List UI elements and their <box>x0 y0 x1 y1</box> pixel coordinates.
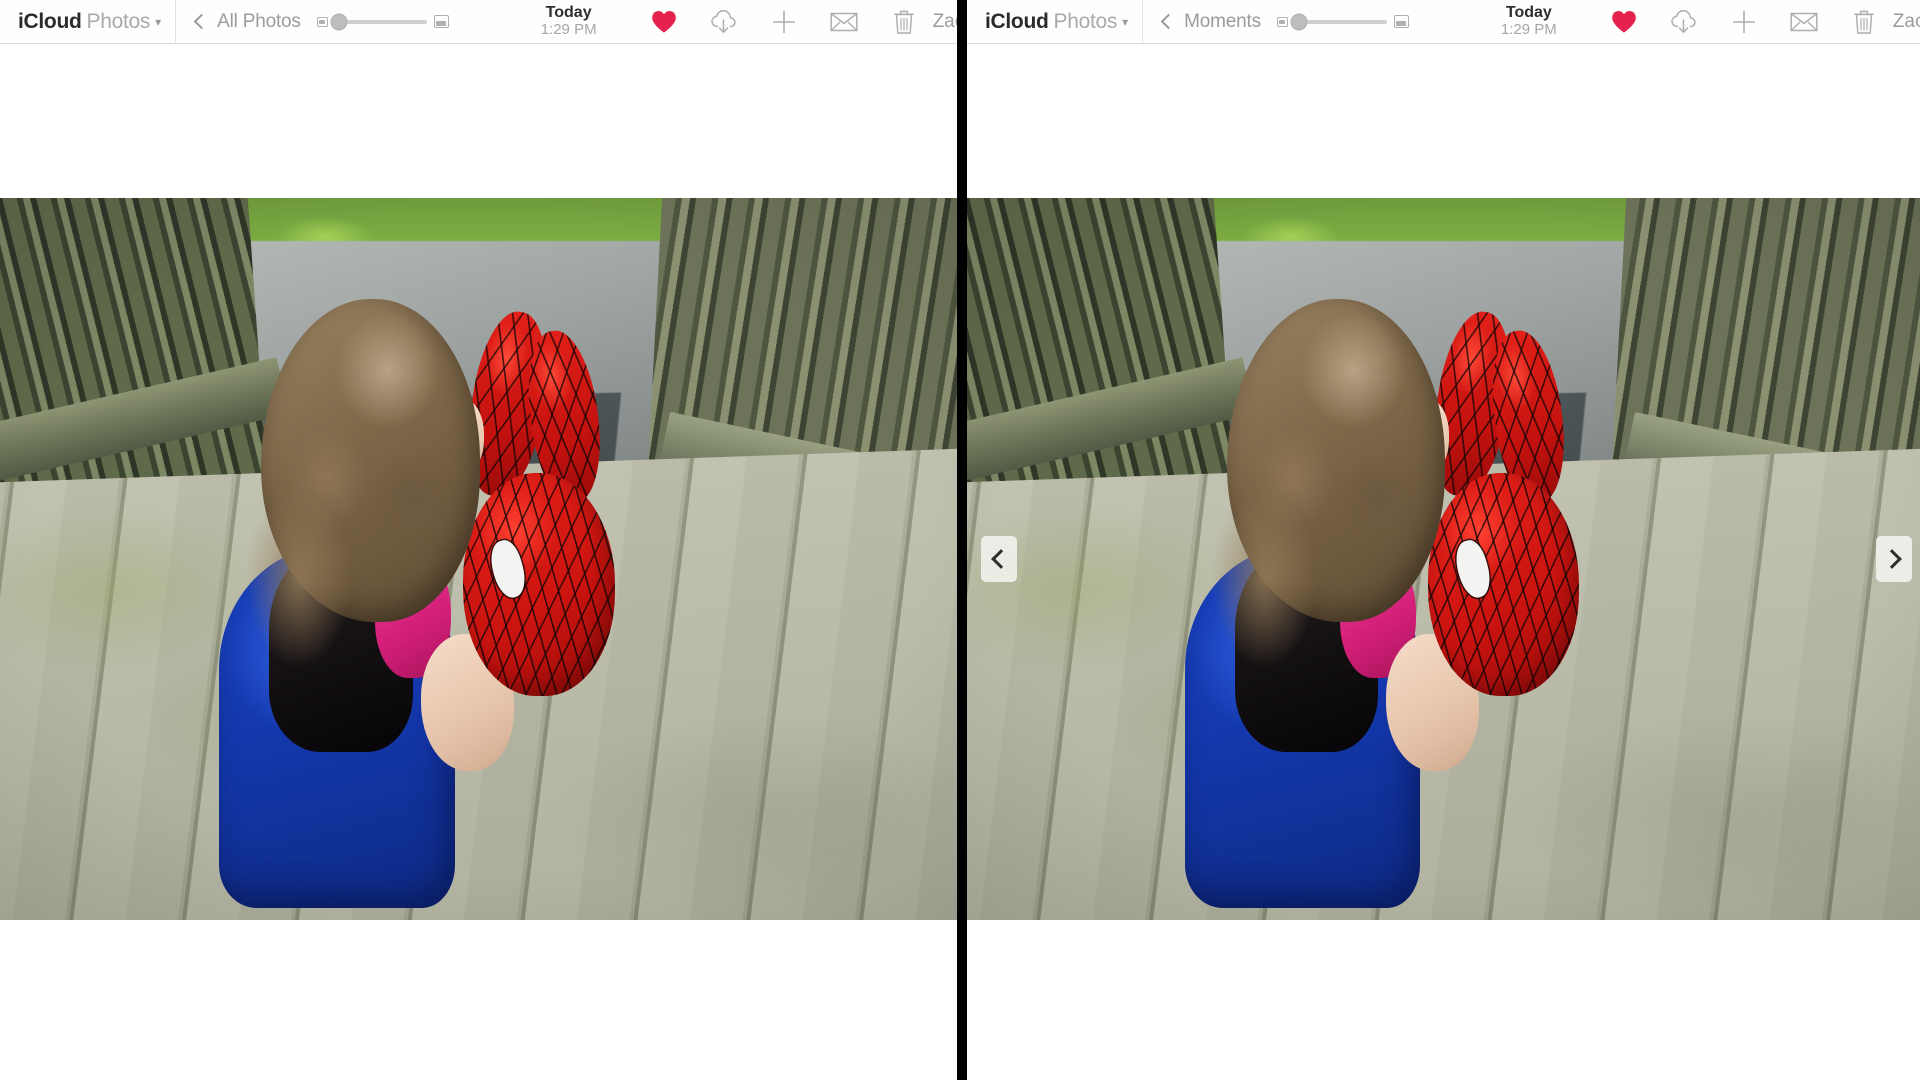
thumbnail-size-slider-left[interactable] <box>316 13 449 30</box>
photo-plush-eye <box>486 536 532 602</box>
envelope-icon <box>830 12 858 31</box>
account-name-label: Zac <box>1892 10 1920 32</box>
back-label: Moments <box>1184 10 1261 32</box>
account-menu[interactable]: Zac ▾ <box>919 11 957 33</box>
delete-button[interactable] <box>889 7 919 37</box>
toolbar-left: iCloud Photos ▾ All Photos Today 1:29 PM <box>0 0 957 44</box>
plus-icon <box>772 10 795 33</box>
comparison-stage: iCloud Photos ▾ All Photos Today 1:29 PM <box>0 0 1920 1080</box>
app-brand-right[interactable]: iCloud Photos ▾ <box>967 0 1144 44</box>
heart-icon <box>1611 10 1636 32</box>
download-button[interactable] <box>1669 7 1699 37</box>
chevron-left-icon <box>991 549 1011 569</box>
upload-button[interactable] <box>1729 7 1759 37</box>
brand-bold-text: iCloud <box>18 9 82 33</box>
heart-icon <box>651 10 676 32</box>
next-photo-button[interactable] <box>1876 536 1912 582</box>
toolbar-right-group-right: Zac ▾ ? <box>1879 7 1920 37</box>
photo-viewport-right[interactable] <box>967 198 1920 920</box>
photo-hair-wisp <box>1210 485 1320 672</box>
account-menu[interactable]: Zac ▾ <box>1879 11 1920 33</box>
thumbnail-size-slider-right[interactable] <box>1276 13 1409 30</box>
plus-icon <box>1732 10 1755 33</box>
brand-light-text: Photos <box>86 9 151 33</box>
trash-icon <box>893 10 914 34</box>
download-button[interactable] <box>709 7 739 37</box>
date-time-text: 1:29 PM <box>540 21 597 39</box>
toolbar-right-group-left: Zac ▾ ? <box>919 7 957 37</box>
brand-bold-text: iCloud <box>985 9 1049 33</box>
back-label: All Photos <box>217 10 301 32</box>
brand-light-text: Photos <box>1053 9 1118 33</box>
toolbar-actions-right <box>1609 7 1879 37</box>
slider-knob[interactable] <box>330 13 348 30</box>
photo-date-left: Today 1:29 PM <box>541 4 597 39</box>
favorite-button[interactable] <box>649 7 679 37</box>
photo-image-right <box>967 198 1920 920</box>
envelope-icon <box>1790 12 1818 31</box>
photo-web-pattern <box>463 472 615 697</box>
photo-viewer-panel-right: iCloud Photos ▾ Moments Today 1:29 PM Za… <box>967 0 1920 1080</box>
photo-spiderman-plush-head <box>463 472 615 697</box>
slider-track[interactable] <box>330 13 427 30</box>
photo-viewport-left[interactable] <box>0 198 957 920</box>
slider-track[interactable] <box>1290 13 1387 30</box>
back-nav-left[interactable]: All Photos <box>176 11 301 33</box>
account-name-label: Zac <box>932 10 957 32</box>
delete-button[interactable] <box>1849 7 1879 37</box>
photo-web-pattern <box>1428 472 1580 697</box>
photo-child-figure <box>1177 299 1596 920</box>
chevron-right-icon <box>1882 549 1902 569</box>
previous-photo-button[interactable] <box>981 536 1017 582</box>
cloud-download-icon <box>1671 9 1696 33</box>
photo-viewer-panel-left: iCloud Photos ▾ All Photos Today 1:29 PM <box>0 0 957 1080</box>
small-thumbnail-icon <box>1276 16 1288 27</box>
date-time-text: 1:29 PM <box>1500 21 1557 39</box>
upload-button[interactable] <box>769 7 799 37</box>
trash-icon <box>1853 10 1874 34</box>
share-button[interactable] <box>829 7 859 37</box>
photo-hair-wisp <box>244 485 354 672</box>
date-main-text: Today <box>545 4 592 22</box>
slider-knob[interactable] <box>1290 13 1308 30</box>
photo-spiderman-plush-head <box>1428 472 1580 697</box>
large-thumbnail-icon <box>433 15 449 28</box>
photo-date-right: Today 1:29 PM <box>1501 4 1557 39</box>
photo-plush-eye <box>1450 536 1497 602</box>
chevron-down-icon: ▾ <box>155 14 162 29</box>
large-thumbnail-icon <box>1393 15 1409 28</box>
small-thumbnail-icon <box>316 16 328 27</box>
date-main-text: Today <box>1505 4 1552 22</box>
toolbar-right: iCloud Photos ▾ Moments Today 1:29 PM Za… <box>967 0 1920 44</box>
favorite-button[interactable] <box>1609 7 1639 37</box>
app-brand-left[interactable]: iCloud Photos ▾ <box>0 0 177 44</box>
photo-child-figure <box>211 299 632 920</box>
share-button[interactable] <box>1789 7 1819 37</box>
cloud-download-icon <box>710 9 736 33</box>
chevron-down-icon: ▾ <box>1122 14 1129 29</box>
panel-divider <box>957 0 967 1080</box>
back-nav-right[interactable]: Moments <box>1143 11 1261 33</box>
photo-image-left <box>0 198 957 920</box>
toolbar-actions-left <box>649 7 919 37</box>
back-chevron-icon <box>1160 13 1177 30</box>
back-chevron-icon <box>193 13 210 30</box>
